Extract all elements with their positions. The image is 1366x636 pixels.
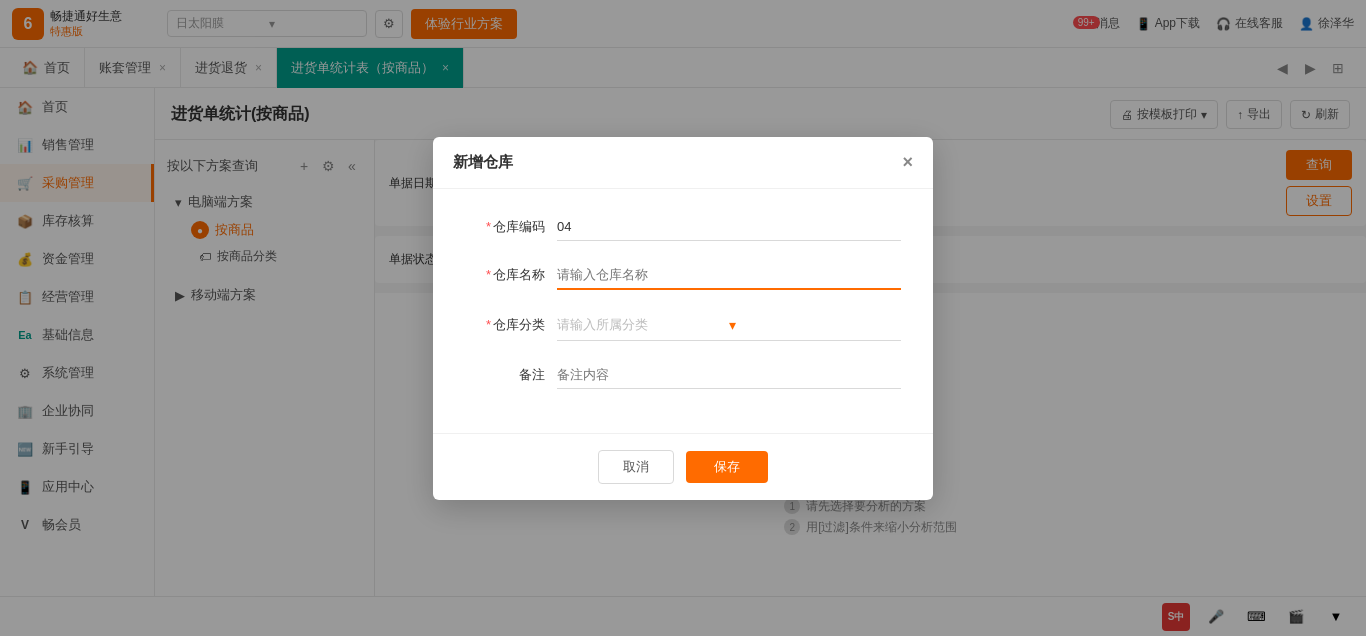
remark-label: 备注: [465, 366, 545, 384]
required-star-category: *: [486, 317, 491, 332]
required-star-name: *: [486, 267, 491, 282]
code-label: *仓库编码: [465, 218, 545, 236]
modal-overlay[interactable]: 新增仓库 × *仓库编码 *仓库名称 *仓库分类: [0, 0, 1366, 636]
modal-close-button[interactable]: ×: [902, 153, 913, 171]
remark-input[interactable]: [557, 361, 901, 389]
category-placeholder: 请输入所属分类: [557, 316, 729, 334]
modal-add-warehouse: 新增仓库 × *仓库编码 *仓库名称 *仓库分类: [433, 137, 933, 500]
name-label: *仓库名称: [465, 266, 545, 284]
category-label: *仓库分类: [465, 316, 545, 334]
modal-header: 新增仓库 ×: [433, 137, 933, 189]
modal-footer: 取消 保存: [433, 433, 933, 500]
modal-title: 新增仓库: [453, 153, 513, 172]
cancel-button[interactable]: 取消: [598, 450, 674, 484]
form-row-category: *仓库分类 请输入所属分类 ▾: [465, 310, 901, 341]
category-dropdown-icon: ▾: [729, 317, 901, 333]
warehouse-code-input[interactable]: [557, 213, 901, 241]
warehouse-name-input[interactable]: [557, 261, 901, 290]
warehouse-category-select[interactable]: 请输入所属分类 ▾: [557, 310, 901, 341]
form-row-code: *仓库编码: [465, 213, 901, 241]
save-button[interactable]: 保存: [686, 451, 768, 483]
form-row-name: *仓库名称: [465, 261, 901, 290]
form-row-remark: 备注: [465, 361, 901, 389]
required-star-code: *: [486, 219, 491, 234]
modal-body: *仓库编码 *仓库名称 *仓库分类 请输入所属分类 ▾: [433, 189, 933, 433]
